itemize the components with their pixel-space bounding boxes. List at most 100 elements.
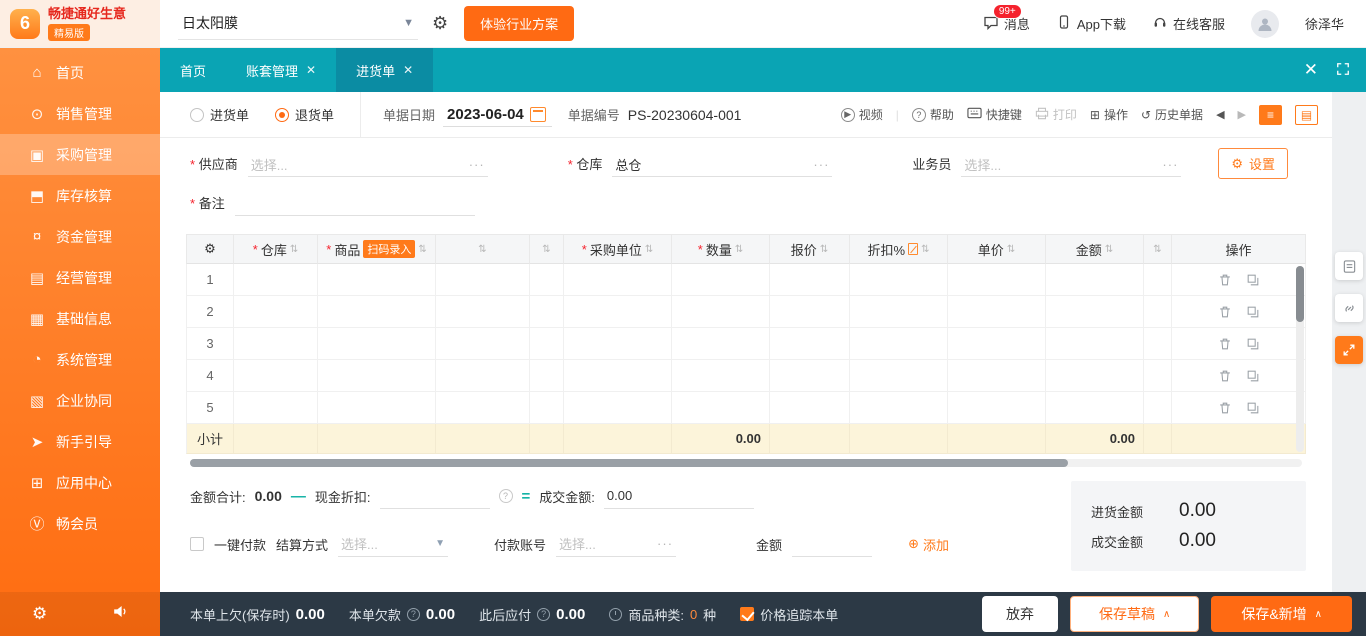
cell-amount[interactable]: [1046, 264, 1144, 296]
help-button[interactable]: ? 帮助: [911, 106, 954, 123]
vertical-scrollbar-thumb[interactable]: [1296, 266, 1304, 322]
cell-product[interactable]: [318, 392, 436, 424]
prev-arrow-icon[interactable]: ◀: [1216, 108, 1224, 121]
close-icon[interactable]: ✕: [306, 63, 316, 77]
pay-account-input[interactable]: 选择... ···: [556, 532, 677, 557]
cell-discount[interactable]: [850, 360, 948, 392]
cell-blank[interactable]: [530, 360, 564, 392]
tab-account-mgmt[interactable]: 账套管理 ✕: [226, 48, 336, 92]
more-icon[interactable]: ···: [813, 157, 829, 172]
username[interactable]: 徐泽华: [1305, 14, 1344, 33]
horizontal-scrollbar-thumb[interactable]: [190, 459, 1069, 467]
cell-quote[interactable]: [770, 360, 850, 392]
cell-blank[interactable]: [436, 392, 530, 424]
col-amount[interactable]: 金额 ⇅: [1046, 234, 1144, 264]
col-warehouse[interactable]: * 仓库 ⇅: [234, 234, 318, 264]
cell-blank[interactable]: [436, 328, 530, 360]
sidebar-item-inventory[interactable]: ⬒ 库存核算: [0, 175, 160, 216]
sort-icon[interactable]: ⇅: [478, 244, 486, 255]
warehouse-input[interactable]: 总仓 ···: [612, 152, 833, 177]
cell-quote[interactable]: [770, 264, 850, 296]
cell-amount[interactable]: [1046, 328, 1144, 360]
cell-blank[interactable]: [1144, 360, 1172, 392]
trial-solution-button[interactable]: 体验行业方案: [464, 6, 575, 41]
col-blank-3[interactable]: ⇅: [1144, 234, 1172, 264]
more-icon[interactable]: ···: [469, 157, 485, 172]
delete-row-icon[interactable]: [1218, 337, 1232, 351]
remark-input[interactable]: [234, 191, 475, 216]
cell-discount[interactable]: [850, 264, 948, 296]
one-click-pay-checkbox[interactable]: [190, 537, 204, 551]
cell-product[interactable]: [318, 264, 436, 296]
add-payment-button[interactable]: ⊕ 添加: [908, 535, 949, 554]
radio-purchase-order[interactable]: 进货单: [190, 105, 249, 124]
user-avatar[interactable]: [1250, 9, 1279, 38]
cell-quantity[interactable]: [672, 264, 770, 296]
fullscreen-icon[interactable]: [1336, 62, 1350, 79]
cell-product[interactable]: [318, 360, 436, 392]
list-view-toggle[interactable]: ≡: [1259, 104, 1282, 125]
salesman-input[interactable]: 选择... ···: [961, 152, 1182, 177]
tab-home[interactable]: 首页: [160, 48, 226, 92]
delete-row-icon[interactable]: [1218, 401, 1232, 415]
pay-amount-input[interactable]: [792, 532, 873, 557]
sidebar-item-system[interactable]: ◔ 系统管理: [0, 339, 160, 380]
sidebar-item-purchase[interactable]: ▣ 采购管理: [0, 134, 160, 175]
cell-discount[interactable]: [850, 296, 948, 328]
copy-row-icon[interactable]: [1246, 401, 1260, 415]
online-service-button[interactable]: 在线客服: [1152, 14, 1225, 33]
scan-entry-badge[interactable]: 扫码录入: [363, 240, 416, 258]
close-icon[interactable]: ✕: [403, 63, 413, 77]
cell-product[interactable]: [318, 296, 436, 328]
save-and-new-button[interactable]: 保存&新增 ∧: [1211, 596, 1352, 632]
discard-button[interactable]: 放弃: [982, 596, 1058, 632]
sidebar-item-member[interactable]: Ⓥ 畅会员: [0, 503, 160, 544]
info-circle-icon[interactable]: ?: [406, 607, 420, 621]
messages-button[interactable]: 99+ 消息: [983, 4, 1030, 33]
sidebar-item-enterprise[interactable]: ▧ 企业协同: [0, 380, 160, 421]
sidebar-item-funds[interactable]: ¤ 资金管理: [0, 216, 160, 257]
sidebar-item-operations[interactable]: ▤ 经营管理: [0, 257, 160, 298]
sort-icon[interactable]: ⇅: [735, 244, 743, 255]
more-icon[interactable]: ···: [657, 536, 673, 551]
save-draft-button[interactable]: 保存草稿 ∧: [1070, 596, 1200, 632]
col-blank-1[interactable]: ⇅: [436, 234, 530, 264]
cell-unit-price[interactable]: [948, 360, 1046, 392]
expand-rail-button[interactable]: [1335, 336, 1363, 364]
sort-icon[interactable]: ⇅: [542, 244, 550, 255]
cell-purchase-unit[interactable]: [564, 392, 672, 424]
sort-icon[interactable]: ⇅: [418, 244, 426, 255]
sidebar-item-app-center[interactable]: ⊞ 应用中心: [0, 462, 160, 503]
sidebar-item-base-info[interactable]: ▦ 基础信息: [0, 298, 160, 339]
cell-blank[interactable]: [436, 264, 530, 296]
sort-icon[interactable]: ⇅: [1007, 244, 1015, 255]
delete-row-icon[interactable]: [1218, 273, 1232, 287]
sort-icon[interactable]: ⇅: [290, 244, 298, 255]
cell-purchase-unit[interactable]: [564, 328, 672, 360]
cell-warehouse[interactable]: [234, 328, 318, 360]
video-button[interactable]: ▶ 视频: [840, 106, 883, 123]
cell-purchase-unit[interactable]: [564, 264, 672, 296]
cell-product[interactable]: [318, 328, 436, 360]
cash-discount-input[interactable]: [379, 484, 490, 509]
cell-discount[interactable]: [850, 392, 948, 424]
cell-amount[interactable]: [1046, 392, 1144, 424]
grid-view-toggle[interactable]: ▤: [1295, 104, 1318, 125]
cell-blank[interactable]: [1144, 264, 1172, 296]
copy-row-icon[interactable]: [1246, 305, 1260, 319]
settle-method-select[interactable]: 选择... ▼: [338, 532, 449, 557]
close-all-icon[interactable]: ✕: [1304, 60, 1318, 80]
calendar-icon[interactable]: [529, 107, 546, 122]
sort-icon[interactable]: ⇅: [645, 244, 653, 255]
copy-row-icon[interactable]: [1246, 337, 1260, 351]
cell-blank[interactable]: [530, 328, 564, 360]
cell-quantity[interactable]: [672, 328, 770, 360]
actions-button[interactable]: ⊞ 操作: [1090, 106, 1128, 123]
app-download-button[interactable]: App下载: [1056, 14, 1126, 33]
sort-icon[interactable]: ⇅: [820, 244, 828, 255]
cell-blank[interactable]: [436, 360, 530, 392]
next-arrow-icon[interactable]: ▶: [1238, 108, 1246, 121]
sidebar-item-sales[interactable]: ⊙ 销售管理: [0, 93, 160, 134]
cell-quote[interactable]: [770, 296, 850, 328]
vertical-scrollbar[interactable]: [1296, 266, 1304, 452]
